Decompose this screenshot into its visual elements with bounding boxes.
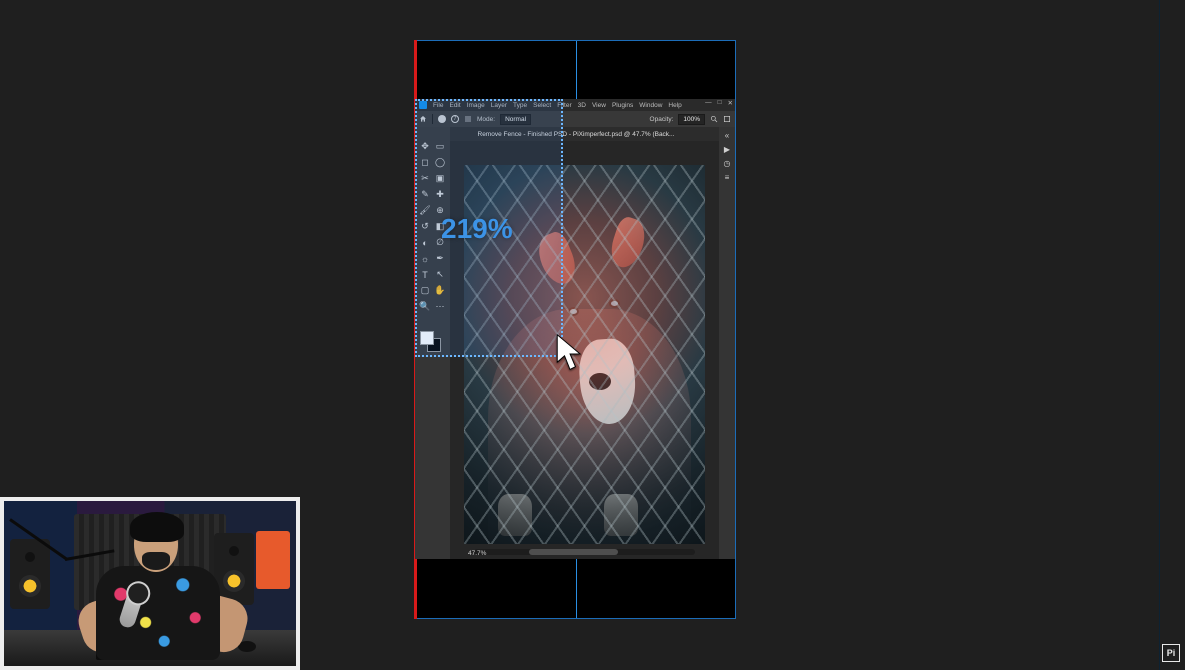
opacity-value[interactable]: 100% (678, 114, 705, 125)
crop-tool[interactable]: ✂ (418, 171, 432, 186)
ps-canvas-area[interactable]: 47.7% (450, 141, 719, 559)
channel-logo-text: Pi (1167, 648, 1176, 658)
frame-tool[interactable]: ▣ (433, 171, 447, 186)
optbar-divider (432, 114, 433, 124)
ps-tool-palette[interactable]: ✥ ▭ ◻ ◯ ✂ ▣ ✎ ✚ 🖌 ⊕ ↺ ◧ ◐ ∅ ☼ ✒ T ↖ ▢ ✋ (415, 127, 450, 559)
opacity-label: Opacity: (650, 116, 674, 123)
history-brush-tool[interactable]: ↺ (418, 219, 432, 234)
ps-scrollbar-thumb[interactable] (529, 549, 617, 555)
ps-collapsed-panels[interactable]: « ▶ ◷ ≡ (719, 127, 735, 559)
ps-menu-file[interactable]: File (433, 102, 443, 109)
eraser-tool[interactable]: ◧ (433, 219, 447, 234)
zoom-tool[interactable]: 🔍 (418, 299, 432, 314)
fg-color-swatch[interactable] (420, 331, 434, 345)
editor-right-rail: Pi (1159, 0, 1185, 670)
ps-document-tab[interactable]: Remove Fence - Finished PSD - PiXimperfe… (433, 127, 719, 141)
path-selection-tool[interactable]: ↖ (433, 267, 447, 282)
webcam-overlay (0, 497, 300, 670)
presenter (90, 510, 230, 660)
ps-menu-view[interactable]: View (592, 102, 606, 109)
ps-menu-type[interactable]: Type (513, 102, 527, 109)
ps-options-bar[interactable]: 7 Mode: Normal Opacity: 100% (415, 111, 735, 127)
editor-stage: Pi File Edit Image Layer Type Select Fil… (0, 0, 1185, 670)
brush-tool[interactable]: 🖌 (418, 203, 432, 218)
ps-menu-filter[interactable]: Filter (557, 102, 571, 109)
photoshop-window: File Edit Image Layer Type Select Filter… (415, 99, 735, 559)
share-icon[interactable] (723, 115, 731, 123)
program-monitor-frame[interactable]: File Edit Image Layer Type Select Filter… (414, 40, 736, 619)
gradient-tool[interactable]: ◐ (418, 235, 432, 250)
dodge-tool[interactable]: ☼ (418, 251, 432, 266)
collapse-icon[interactable]: « (725, 131, 729, 140)
home-icon[interactable] (419, 115, 427, 123)
ps-document-canvas[interactable] (464, 165, 705, 544)
mode-label: Mode: (477, 116, 495, 123)
chainlink-fence-overlay (464, 165, 705, 544)
eyedropper-tool[interactable]: ✎ (418, 187, 432, 202)
spot-healing-tool[interactable]: ✚ (433, 187, 447, 202)
ps-menu-edit[interactable]: Edit (449, 102, 460, 109)
fg-bg-color-swatch[interactable] (418, 329, 447, 354)
hand-tool[interactable]: ✋ (433, 283, 447, 298)
clone-stamp-tool[interactable]: ⊕ (433, 203, 447, 218)
ps-document-tab-label: Remove Fence - Finished PSD - PiXimperfe… (478, 131, 675, 138)
restore-icon[interactable]: □ (718, 99, 722, 107)
artboard-tool[interactable]: ▭ (433, 139, 447, 154)
ps-menu-select[interactable]: Select (533, 102, 551, 109)
properties-icon[interactable]: ≡ (725, 173, 730, 182)
ps-menubar[interactable]: File Edit Image Layer Type Select Filter… (415, 99, 735, 111)
type-tool[interactable]: T (418, 267, 432, 282)
ps-menu-image[interactable]: Image (467, 102, 485, 109)
ps-menu-window[interactable]: Window (639, 102, 662, 109)
edit-toolbar[interactable]: ⋯ (433, 299, 447, 314)
history-icon[interactable]: ◷ (724, 159, 731, 168)
ps-logo-icon (419, 101, 427, 109)
brush-size-preview[interactable]: 7 (451, 115, 459, 123)
mode-select[interactable]: Normal (500, 114, 531, 125)
pen-tool[interactable]: ✒ (433, 251, 447, 266)
dog-photo (464, 165, 705, 544)
ps-menu-help[interactable]: Help (668, 102, 681, 109)
ps-menu-plugins[interactable]: Plugins (612, 102, 633, 109)
channel-logo-badge: Pi (1162, 644, 1180, 662)
brush-size-value: 7 (454, 116, 457, 122)
ps-horizontal-scrollbar[interactable] (474, 549, 695, 555)
ps-menu-3d[interactable]: 3D (578, 102, 586, 109)
minimize-icon[interactable]: — (705, 99, 712, 107)
lasso-tool[interactable]: ◯ (433, 155, 447, 170)
ps-menu-layer[interactable]: Layer (491, 102, 507, 109)
marquee-tool[interactable]: ◻ (418, 155, 432, 170)
brush-icon[interactable] (438, 115, 446, 123)
rectangle-tool[interactable]: ▢ (418, 283, 432, 298)
ps-window-controls[interactable]: — □ ✕ (705, 99, 733, 107)
close-icon[interactable]: ✕ (728, 99, 733, 107)
mic-boom-arm (10, 518, 100, 608)
move-tool[interactable]: ✥ (418, 139, 432, 154)
brush-settings-icon[interactable] (464, 115, 472, 123)
ps-zoom-status[interactable]: 47.7% (468, 550, 486, 557)
blur-tool[interactable]: ∅ (433, 235, 447, 250)
reference-monitor (256, 531, 290, 589)
play-icon[interactable]: ▶ (724, 145, 730, 154)
search-icon[interactable] (710, 115, 718, 123)
